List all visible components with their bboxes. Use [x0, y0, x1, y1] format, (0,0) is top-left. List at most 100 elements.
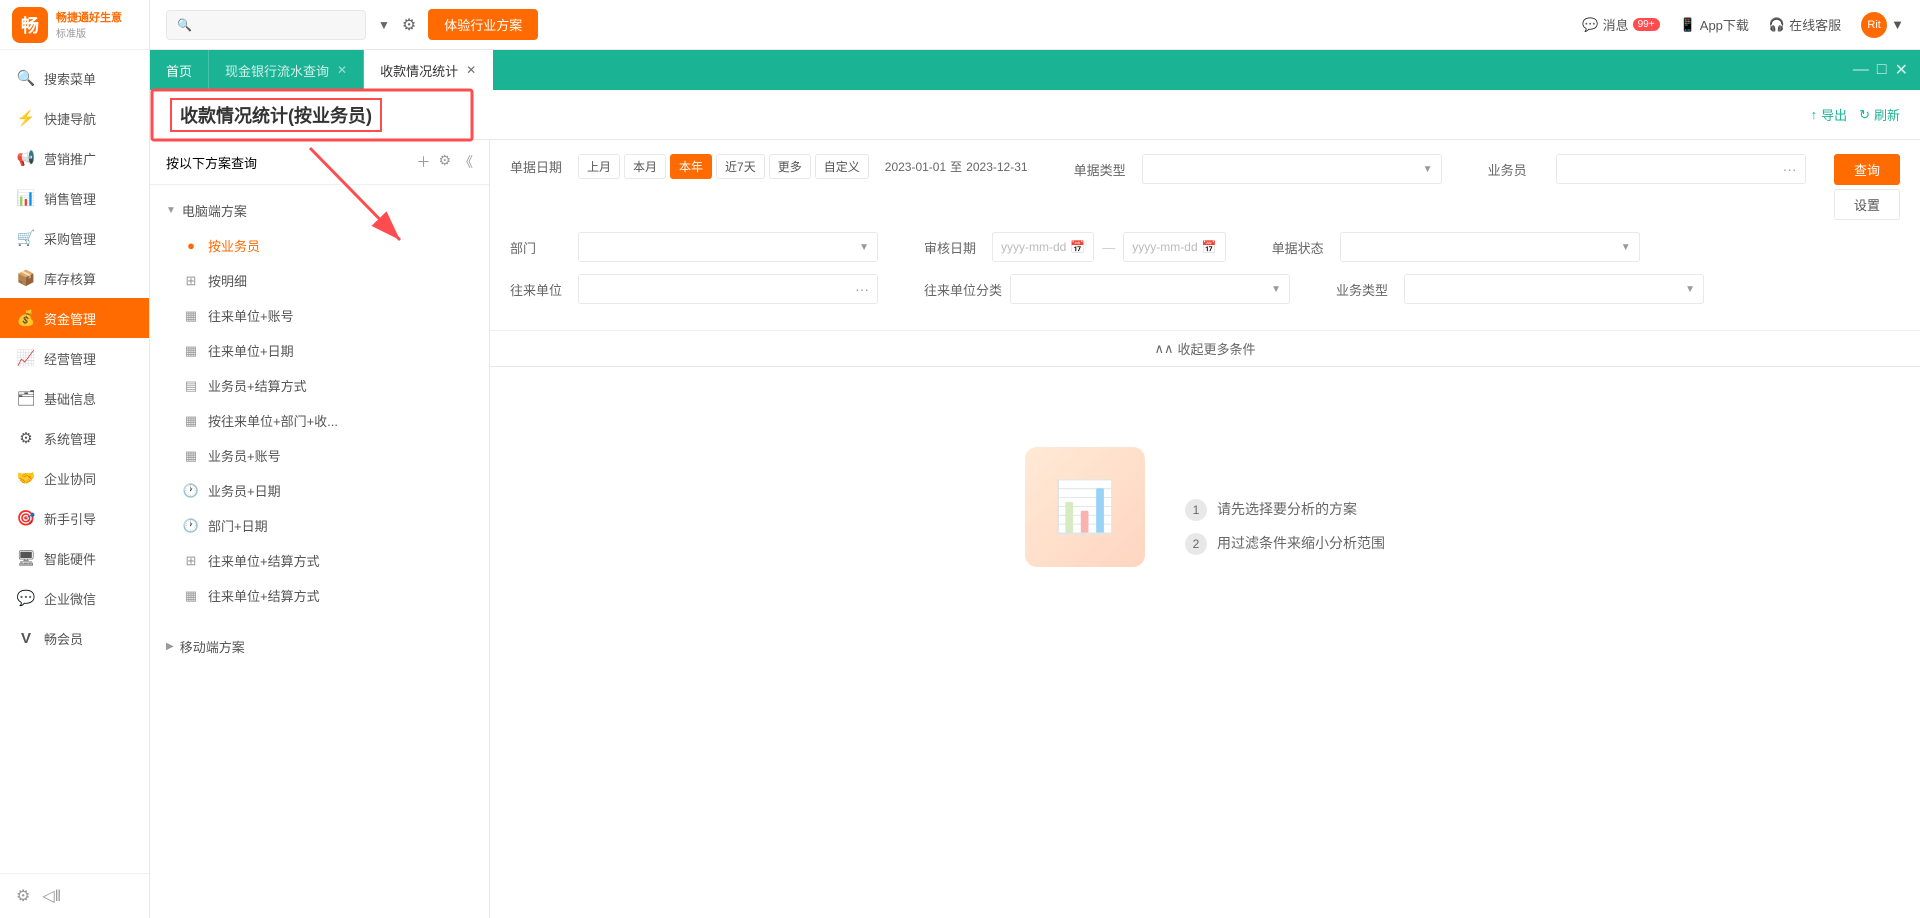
doc-status-select[interactable]: ▼ — [1340, 232, 1640, 262]
add-scheme-btn[interactable]: ＋ — [416, 152, 430, 172]
sidebar-item-basic[interactable]: 🗂 基础信息 — [0, 378, 149, 418]
sidebar-item-operation[interactable]: 📈 经营管理 — [0, 338, 149, 378]
counterpart-category-select[interactable]: ▼ — [1010, 274, 1290, 304]
mobile-scheme-arrow: ▶ — [166, 641, 174, 652]
scheme-dept-date-icon: 🕐 — [182, 517, 200, 535]
date-opt-last-month[interactable]: 上月 — [578, 154, 620, 179]
message-badge: 99+ — [1633, 18, 1660, 31]
scheme-item-dept-date[interactable]: 🕐 部门+日期 — [150, 508, 489, 543]
export-btn[interactable]: ↑ 导出 — [1811, 105, 1848, 124]
sidebar-item-purchase[interactable]: 🛒 采购管理 — [0, 218, 149, 258]
scheme-item-detail[interactable]: ⊞ 按明细 — [150, 263, 489, 298]
dept-select[interactable]: ▼ — [578, 232, 878, 262]
logo: 畅 畅捷通好生意 标准版 — [0, 0, 149, 50]
user-avatar[interactable]: Rit ▼ — [1861, 12, 1904, 38]
date-opt-this-month[interactable]: 本月 — [624, 154, 666, 179]
query-btn[interactable]: 查询 — [1834, 154, 1900, 185]
sidebar-item-system[interactable]: ⚙ 系统管理 — [0, 418, 149, 458]
date-opt-this-year[interactable]: 本年 — [670, 154, 712, 179]
settings-scheme-btn[interactable]: ⚙ — [438, 152, 451, 172]
biz-type-arrow-icon: ▼ — [1685, 284, 1695, 295]
sidebar-item-quicknav[interactable]: ⚡ 快捷导航 — [0, 98, 149, 138]
setting-btn[interactable]: 设置 — [1834, 189, 1900, 220]
biz-type-select[interactable]: ▼ — [1404, 274, 1704, 304]
salesman-more-icon: ··· — [1783, 161, 1797, 177]
try-btn[interactable]: 体验行业方案 — [428, 9, 538, 40]
collapse-panel-btn[interactable]: 《 — [459, 152, 473, 172]
scheme-item-unit-calc2[interactable]: ▦ 往来单位+结算方式 — [150, 578, 489, 613]
content-body: 按以下方案查询 ＋ ⚙ 《 ▼ 电脑端方案 ● 按业务员 — [150, 140, 1920, 918]
empty-hint-1: 1 请先选择要分析的方案 — [1185, 499, 1385, 521]
scheme-item-salesman-calc[interactable]: ▤ 业务员+结算方式 — [150, 368, 489, 403]
empty-hint-2: 2 用过滤条件来缩小分析范围 — [1185, 533, 1385, 555]
sidebar-item-search[interactable]: 🔍 搜索菜单 — [0, 58, 149, 98]
scheme-item-unit-calc1[interactable]: ⊞ 往来单位+结算方式 — [150, 543, 489, 578]
collapse-more-btn[interactable]: ∧∧ 收起更多条件 — [1154, 339, 1255, 358]
sidebar-item-member[interactable]: V 畅会员 — [0, 618, 149, 658]
review-date-to[interactable]: yyyy-mm-dd 📅 — [1123, 232, 1225, 262]
scheme-item-salesman[interactable]: ● 按业务员 — [150, 228, 489, 263]
tabbar-max-icon[interactable]: □ — [1877, 61, 1887, 79]
marketing-icon: 📢 — [16, 148, 36, 168]
collapse-sidebar-icon[interactable]: ◁‖ — [42, 886, 61, 906]
counterpart-more-icon: ··· — [855, 281, 869, 297]
dept-label: 部门 — [510, 238, 570, 257]
topbar-arrow-icon[interactable]: ▼ — [378, 18, 390, 32]
sidebar-item-finance[interactable]: 💰 资金管理 — [0, 298, 149, 338]
sidebar: 畅 畅捷通好生意 标准版 🔍 搜索菜单 ⚡ 快捷导航 📢 营销推广 📊 销售管理… — [0, 0, 150, 918]
counterpart-label: 往来单位 — [510, 280, 570, 299]
date-opt-7days[interactable]: 近7天 — [716, 154, 765, 179]
sidebar-item-enterprise[interactable]: 🤝 企业协同 — [0, 458, 149, 498]
counterpart-select[interactable]: ··· — [578, 274, 878, 304]
counterpart-filter: 往来单位 ··· — [510, 274, 878, 304]
tabbar-min-icon[interactable]: — — [1853, 61, 1869, 79]
scheme-unit-account-icon: ▦ — [182, 307, 200, 325]
sidebar-item-sales[interactable]: 📊 销售管理 — [0, 178, 149, 218]
desktop-scheme-section: ▼ 电脑端方案 ● 按业务员 ⊞ 按明细 ▦ 往来单位+账号 — [150, 185, 489, 621]
scheme-item-unit-dept-col[interactable]: ▦ 按往来单位+部门+收... — [150, 403, 489, 438]
refresh-btn[interactable]: ↻ 刷新 — [1859, 105, 1900, 124]
date-opt-more[interactable]: 更多 — [769, 154, 811, 179]
system-icon: ⚙ — [16, 428, 36, 448]
sidebar-item-guide[interactable]: 🎯 新手引导 — [0, 498, 149, 538]
sidebar-item-inventory[interactable]: 📦 库存核算 — [0, 258, 149, 298]
service-icon: 🎧 — [1769, 17, 1785, 33]
tab-collection-close-icon[interactable]: ✕ — [466, 63, 476, 77]
biz-type-filter: 业务类型 ▼ — [1336, 274, 1704, 304]
gear-icon[interactable]: ⚙ — [402, 15, 416, 35]
online-service-action[interactable]: 🎧 在线客服 — [1769, 15, 1841, 34]
scheme-item-salesman-account[interactable]: ▦ 业务员+账号 — [150, 438, 489, 473]
tab-collection[interactable]: 收款情况统计 ✕ — [364, 50, 493, 90]
scheme-active-icon: ● — [182, 237, 200, 255]
doc-type-select[interactable]: ▼ — [1142, 154, 1442, 184]
salesman-select[interactable]: ··· — [1556, 154, 1806, 184]
logo-text: 畅捷通好生意 标准版 — [56, 9, 122, 40]
tab-bank-close-icon[interactable]: ✕ — [337, 63, 347, 77]
tab-home[interactable]: 首页 — [150, 50, 209, 90]
app-download-action[interactable]: 📱 App下载 — [1680, 15, 1749, 34]
messages-action[interactable]: 💬 消息 99+ — [1582, 15, 1659, 34]
review-date-from[interactable]: yyyy-mm-dd 📅 — [992, 232, 1094, 262]
tab-bank[interactable]: 现金银行流水查询 ✕ — [209, 50, 364, 90]
sidebar-item-wechat[interactable]: 💬 企业微信 — [0, 578, 149, 618]
sidebar-item-hardware[interactable]: 🖥 智能硬件 — [0, 538, 149, 578]
mobile-scheme-header[interactable]: ▶ 移动端方案 — [150, 629, 489, 664]
calendar-icon-2: 📅 — [1202, 240, 1217, 254]
date-filter-group: 单据日期 上月 本月 本年 近7天 更多 自定义 2023-01-01 — [510, 154, 1028, 179]
avatar: Rit — [1861, 12, 1887, 38]
tabbar-close-icon[interactable]: ✕ — [1895, 60, 1908, 80]
sidebar-item-marketing[interactable]: 📢 营销推广 — [0, 138, 149, 178]
content-area: 收款情况统计(按业务员) ↑ 导出 ↻ 刷新 按以下方案查询 ＋ — [150, 90, 1920, 918]
tabbar-right: — □ ✕ — [1841, 60, 1920, 80]
scheme-item-unit-account[interactable]: ▦ 往来单位+账号 — [150, 298, 489, 333]
scheme-item-salesman-date[interactable]: 🕐 业务员+日期 — [150, 473, 489, 508]
scheme-item-unit-date[interactable]: ▦ 往来单位+日期 — [150, 333, 489, 368]
doc-status-label: 单据状态 — [1272, 238, 1332, 257]
desktop-scheme-header[interactable]: ▼ 电脑端方案 — [150, 193, 489, 228]
review-date-filter: 审核日期 yyyy-mm-dd 📅 — yyyy-mm-dd 📅 — [924, 232, 1226, 262]
date-opt-custom[interactable]: 自定义 — [815, 154, 869, 179]
inventory-icon: 📦 — [16, 268, 36, 288]
settings-icon[interactable]: ⚙ — [16, 886, 30, 906]
hardware-icon: 🖥 — [16, 548, 36, 568]
dept-filter: 部门 ▼ — [510, 232, 878, 262]
